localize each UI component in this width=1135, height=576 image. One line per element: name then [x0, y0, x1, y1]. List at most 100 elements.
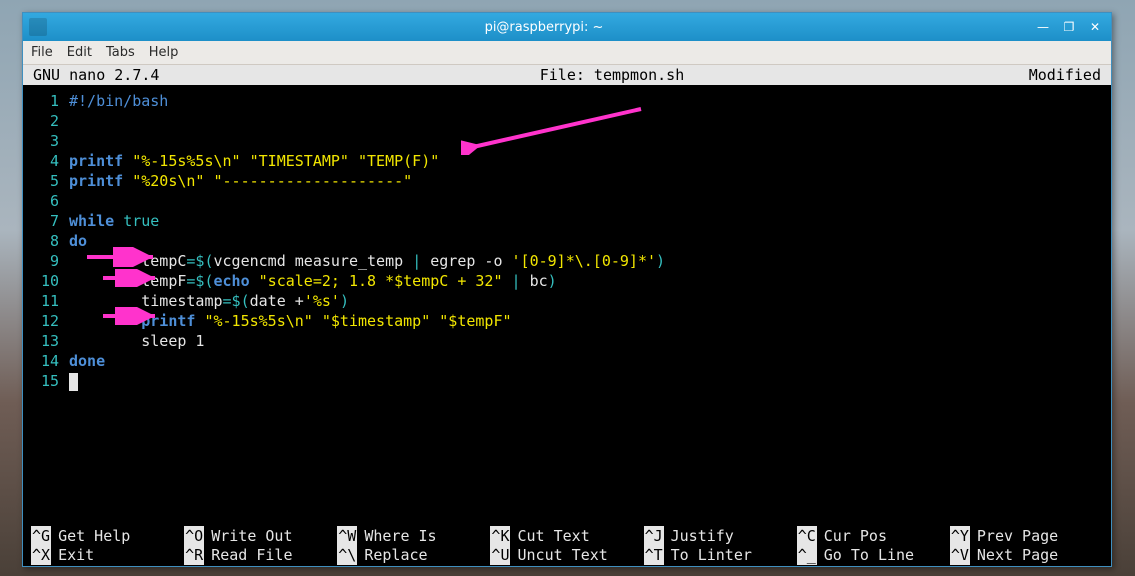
code-line[interactable]: 2	[23, 111, 1111, 131]
code-cell[interactable]: done	[69, 351, 1111, 371]
code-cell[interactable]: tempF=$(echo "scale=2; 1.8 *$tempC + 32"…	[69, 271, 1111, 291]
shortcut-replace[interactable]: ^\ Replace	[337, 545, 490, 564]
shortcut-label: Replace	[364, 545, 427, 565]
code-line[interactable]: 13 sleep 1	[23, 331, 1111, 351]
line-number: 7	[23, 211, 69, 231]
line-number: 10	[23, 271, 69, 291]
code-cell[interactable]: tempC=$(vcgencmd measure_temp | egrep -o…	[69, 251, 1111, 271]
shortcut-get-help[interactable]: ^G Get Help	[31, 526, 184, 545]
shortcut-key: ^C	[797, 526, 817, 546]
app-icon	[29, 18, 47, 36]
code-line[interactable]: 10 tempF=$(echo "scale=2; 1.8 *$tempC + …	[23, 271, 1111, 291]
shortcut-label: Justify	[671, 526, 734, 546]
shortcut-label: Uncut Text	[517, 545, 607, 565]
code-cell[interactable]: printf "%-15s%5s\n" "$timestamp" "$tempF…	[69, 311, 1111, 331]
code-cell[interactable]	[69, 131, 1111, 151]
maximize-button[interactable]: ❐	[1059, 19, 1079, 35]
code-line[interactable]: 14done	[23, 351, 1111, 371]
code-cell[interactable]: printf "%20s\n" "--------------------"	[69, 171, 1111, 191]
shortcut-label: To Linter	[671, 545, 752, 565]
code-line[interactable]: 9 tempC=$(vcgencmd measure_temp | egrep …	[23, 251, 1111, 271]
shortcut-where-is[interactable]: ^W Where Is	[337, 526, 490, 545]
code-line[interactable]: 3	[23, 131, 1111, 151]
shortcut-key: ^V	[950, 545, 970, 565]
code-line[interactable]: 4printf "%-15s%5s\n" "TIMESTAMP" "TEMP(F…	[23, 151, 1111, 171]
code-line[interactable]: 12 printf "%-15s%5s\n" "$timestamp" "$te…	[23, 311, 1111, 331]
window-buttons: — ❐ ✕	[1033, 19, 1105, 35]
shortcut-cut-text[interactable]: ^K Cut Text	[490, 526, 643, 545]
code-line[interactable]: 5printf "%20s\n" "--------------------"	[23, 171, 1111, 191]
code-line[interactable]: 6	[23, 191, 1111, 211]
shortcut-label: Where Is	[364, 526, 436, 546]
nano-statusbar: GNU nano 2.7.4 File: tempmon.sh Modified	[23, 65, 1111, 85]
shortcut-key: ^X	[31, 545, 51, 565]
line-number: 1	[23, 91, 69, 111]
code-line[interactable]: 11 timestamp=$(date +'%s')	[23, 291, 1111, 311]
code-cell[interactable]: sleep 1	[69, 331, 1111, 351]
shortcut-key: ^_	[797, 545, 817, 565]
shortcut-key: ^U	[490, 545, 510, 565]
shortcut-read-file[interactable]: ^RRead File	[184, 545, 337, 564]
shortcut-key: ^\	[337, 545, 357, 565]
line-number: 6	[23, 191, 69, 211]
shortcut-key: ^G	[31, 526, 51, 546]
shortcut-go-to-line[interactable]: ^_ Go To Line	[797, 545, 950, 564]
code-cell[interactable]: do	[69, 231, 1111, 251]
shortcut-next-page[interactable]: ^V Next Page	[950, 545, 1103, 564]
shortcut-key: ^W	[337, 526, 357, 546]
shortcut-to-linter[interactable]: ^T To Linter	[644, 545, 797, 564]
shortcut-label: Next Page	[977, 545, 1058, 565]
shortcut-key: ^T	[644, 545, 664, 565]
shortcut-key: ^Y	[950, 526, 970, 546]
code-line[interactable]: 8do	[23, 231, 1111, 251]
line-number: 12	[23, 311, 69, 331]
nano-shortcuts: ^G Get Help ^OWrite Out^W Where Is ^K Cut Tex…	[23, 526, 1111, 566]
code-line[interactable]: 1#!/bin/bash	[23, 91, 1111, 111]
menu-edit[interactable]: Edit	[67, 45, 92, 60]
shortcut-cur-pos[interactable]: ^C Cur Pos	[797, 526, 950, 545]
code-cell[interactable]: while true	[69, 211, 1111, 231]
code-cell[interactable]	[69, 371, 1111, 391]
terminal-window: pi@raspberrypi: ~ — ❐ ✕ File Edit Tabs H…	[22, 12, 1112, 567]
nano-filename: File: tempmon.sh	[233, 65, 991, 85]
code-cell[interactable]	[69, 111, 1111, 131]
code-cell[interactable]: timestamp=$(date +'%s')	[69, 291, 1111, 311]
code-cell[interactable]: printf "%-15s%5s\n" "TIMESTAMP" "TEMP(F)…	[69, 151, 1111, 171]
shortcut-label: Cur Pos	[824, 526, 887, 546]
line-number: 8	[23, 231, 69, 251]
shortcut-label: Read File	[211, 545, 292, 565]
code-cell[interactable]	[69, 191, 1111, 211]
nano-version: GNU nano 2.7.4	[33, 65, 233, 85]
line-number: 5	[23, 171, 69, 191]
shortcut-label: Prev Page	[977, 526, 1058, 546]
shortcut-exit[interactable]: ^X Exit	[31, 545, 184, 564]
shortcut-label: Get Help	[58, 526, 130, 546]
terminal-area[interactable]: GNU nano 2.7.4 File: tempmon.sh Modified…	[23, 65, 1111, 566]
line-number: 3	[23, 131, 69, 151]
shortcut-write-out[interactable]: ^OWrite Out	[184, 526, 337, 545]
shortcut-prev-page[interactable]: ^Y Prev Page	[950, 526, 1103, 545]
minimize-button[interactable]: —	[1033, 19, 1053, 35]
code-line[interactable]: 15	[23, 371, 1111, 391]
cursor	[69, 373, 78, 391]
shortcut-key: ^K	[490, 526, 510, 546]
titlebar[interactable]: pi@raspberrypi: ~ — ❐ ✕	[23, 13, 1111, 41]
shortcut-uncut-text[interactable]: ^U Uncut Text	[490, 545, 643, 564]
code-line[interactable]: 7while true	[23, 211, 1111, 231]
editor-content[interactable]: 1#!/bin/bash234printf "%-15s%5s\n" "TIME…	[23, 85, 1111, 391]
shortcut-label: Go To Line	[824, 545, 914, 565]
code-cell[interactable]: #!/bin/bash	[69, 91, 1111, 111]
menu-help[interactable]: Help	[149, 45, 179, 60]
menu-file[interactable]: File	[31, 45, 53, 60]
line-number: 14	[23, 351, 69, 371]
menu-tabs[interactable]: Tabs	[106, 45, 135, 60]
shortcut-label: Exit	[58, 545, 94, 565]
line-number: 11	[23, 291, 69, 311]
nano-modified: Modified	[991, 65, 1111, 85]
shortcut-justify[interactable]: ^J Justify	[644, 526, 797, 545]
menubar: File Edit Tabs Help	[23, 41, 1111, 65]
close-button[interactable]: ✕	[1085, 19, 1105, 35]
shortcut-key: ^J	[644, 526, 664, 546]
shortcut-label: Cut Text	[517, 526, 589, 546]
line-number: 4	[23, 151, 69, 171]
